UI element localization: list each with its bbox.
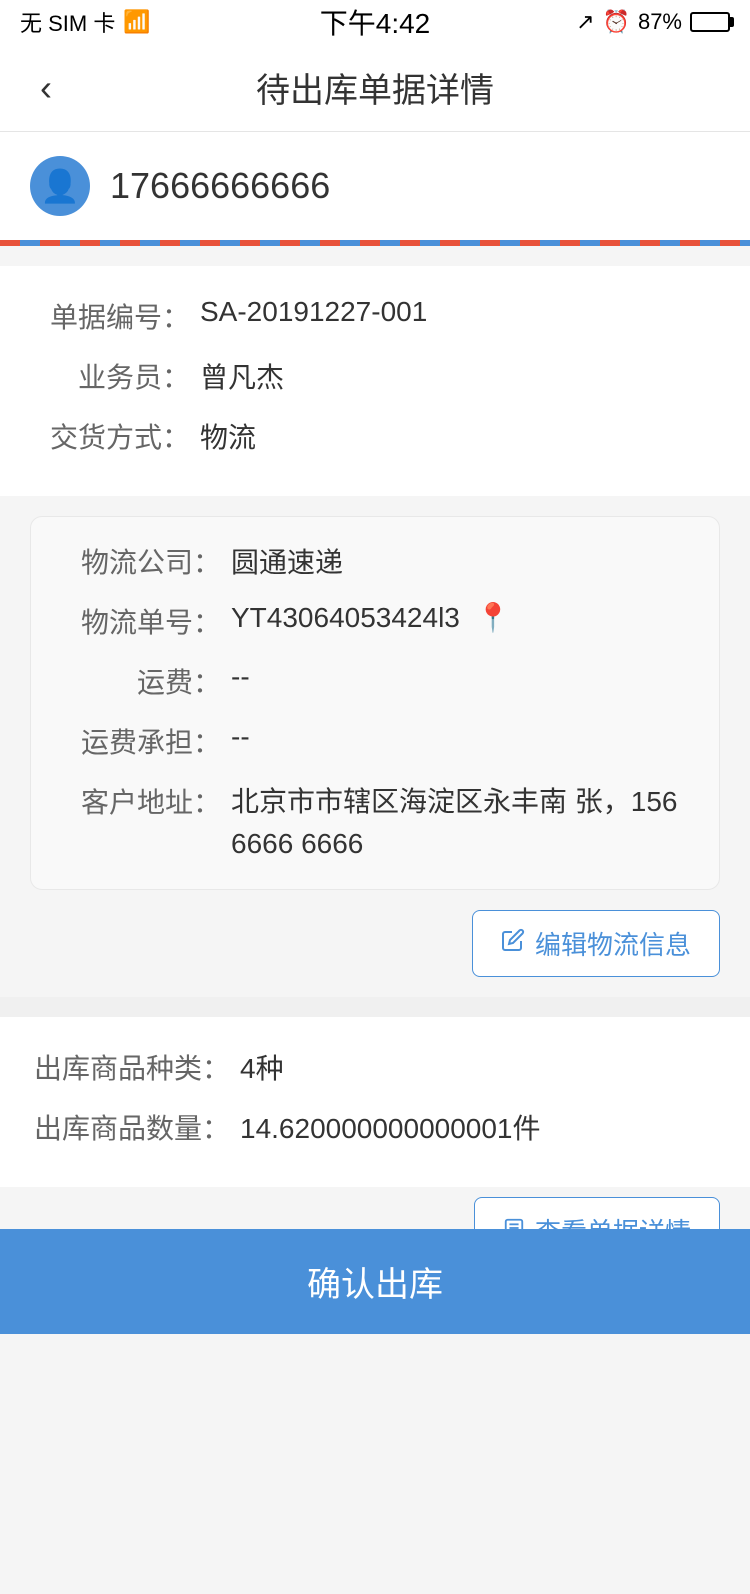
edit-logistics-label: 编辑物流信息 — [535, 925, 691, 962]
battery-text: 87% — [638, 9, 682, 35]
page-title: 待出库单据详情 — [256, 63, 494, 112]
order-no-value: SA-20191227-001 — [200, 296, 720, 328]
status-right: ↗ ⏰ 87% — [576, 9, 730, 35]
logistics-company-row: 物流公司： 圆通速递 — [61, 541, 689, 581]
product-section: 出库商品种类： 4种 出库商品数量： 14.620000000000001件 — [0, 1017, 750, 1187]
product-types-label: 出库商品种类： — [30, 1047, 230, 1087]
avatar: 👤 — [30, 156, 90, 216]
freight-bearer-label: 运费承担： — [61, 721, 221, 761]
tracking-no-label: 物流单号： — [61, 601, 221, 641]
delivery-method-label: 交货方式： — [30, 416, 190, 456]
edit-icon — [501, 928, 525, 959]
carrier-text: 无 SIM 卡 — [20, 6, 115, 38]
delivery-method-row: 交货方式： 物流 — [30, 416, 720, 456]
status-left: 无 SIM 卡 📶 — [20, 6, 151, 38]
wifi-icon: 📶 — [123, 9, 150, 35]
salesman-row: 业务员： 曾凡杰 — [30, 356, 720, 396]
confirm-outbound-button[interactable]: 确认出库 — [30, 1257, 720, 1306]
logistics-company-label: 物流公司： — [61, 541, 221, 581]
order-no-label: 单据编号： — [30, 296, 190, 336]
freight-bearer-row: 运费承担： -- — [61, 721, 689, 761]
nav-bar: ‹ 待出库单据详情 — [0, 44, 750, 132]
address-value: 北京市市辖区海淀区永丰南 张，156 6666 6666 — [231, 781, 689, 865]
product-types-value: 4种 — [240, 1047, 284, 1087]
delivery-method-value: 物流 — [200, 416, 720, 456]
freight-label: 运费： — [61, 661, 221, 701]
location-service-icon: ↗ — [576, 9, 594, 35]
dashed-divider — [0, 240, 750, 246]
tracking-no-row: 物流单号： YT43064053424l3 📍 — [61, 601, 689, 641]
section-divider — [0, 997, 750, 1017]
product-quantity-row: 出库商品数量： 14.620000000000001件 — [30, 1107, 720, 1147]
address-row: 客户地址： 北京市市辖区海淀区永丰南 张，156 6666 6666 — [61, 781, 689, 865]
order-no-row: 单据编号： SA-20191227-001 — [30, 296, 720, 336]
freight-bearer-value: -- — [231, 721, 689, 753]
product-types-row: 出库商品种类： 4种 — [30, 1047, 720, 1087]
customer-phone: 17666666666 — [110, 165, 330, 207]
customer-section: 👤 17666666666 — [0, 132, 750, 240]
salesman-value: 曾凡杰 — [200, 356, 720, 396]
battery-icon — [690, 12, 730, 32]
address-label: 客户地址： — [61, 781, 221, 821]
freight-row: 运费： -- — [61, 661, 689, 701]
edit-btn-wrap: 编辑物流信息 — [0, 910, 750, 997]
logistics-company-value: 圆通速递 — [231, 541, 689, 581]
logistics-card: 物流公司： 圆通速递 物流单号： YT43064053424l3 📍 运费： -… — [30, 516, 720, 890]
status-time: 下午4:42 — [320, 2, 431, 42]
avatar-icon: 👤 — [40, 167, 80, 205]
confirm-btn-wrap: 确认出库 — [0, 1229, 750, 1334]
salesman-label: 业务员： — [30, 356, 190, 396]
product-quantity-label: 出库商品数量： — [30, 1107, 230, 1147]
map-pin-icon[interactable]: 📍 — [476, 601, 511, 634]
back-button[interactable]: ‹ — [30, 57, 62, 119]
edit-logistics-button[interactable]: 编辑物流信息 — [472, 910, 720, 977]
alarm-icon: ⏰ — [603, 9, 630, 35]
freight-value: -- — [231, 661, 689, 693]
order-info-section: 单据编号： SA-20191227-001 业务员： 曾凡杰 交货方式： 物流 — [0, 266, 750, 496]
product-quantity-value: 14.620000000000001件 — [240, 1107, 541, 1147]
tracking-no-value: YT43064053424l3 📍 — [231, 601, 689, 634]
status-bar: 无 SIM 卡 📶 下午4:42 ↗ ⏰ 87% — [0, 0, 750, 44]
